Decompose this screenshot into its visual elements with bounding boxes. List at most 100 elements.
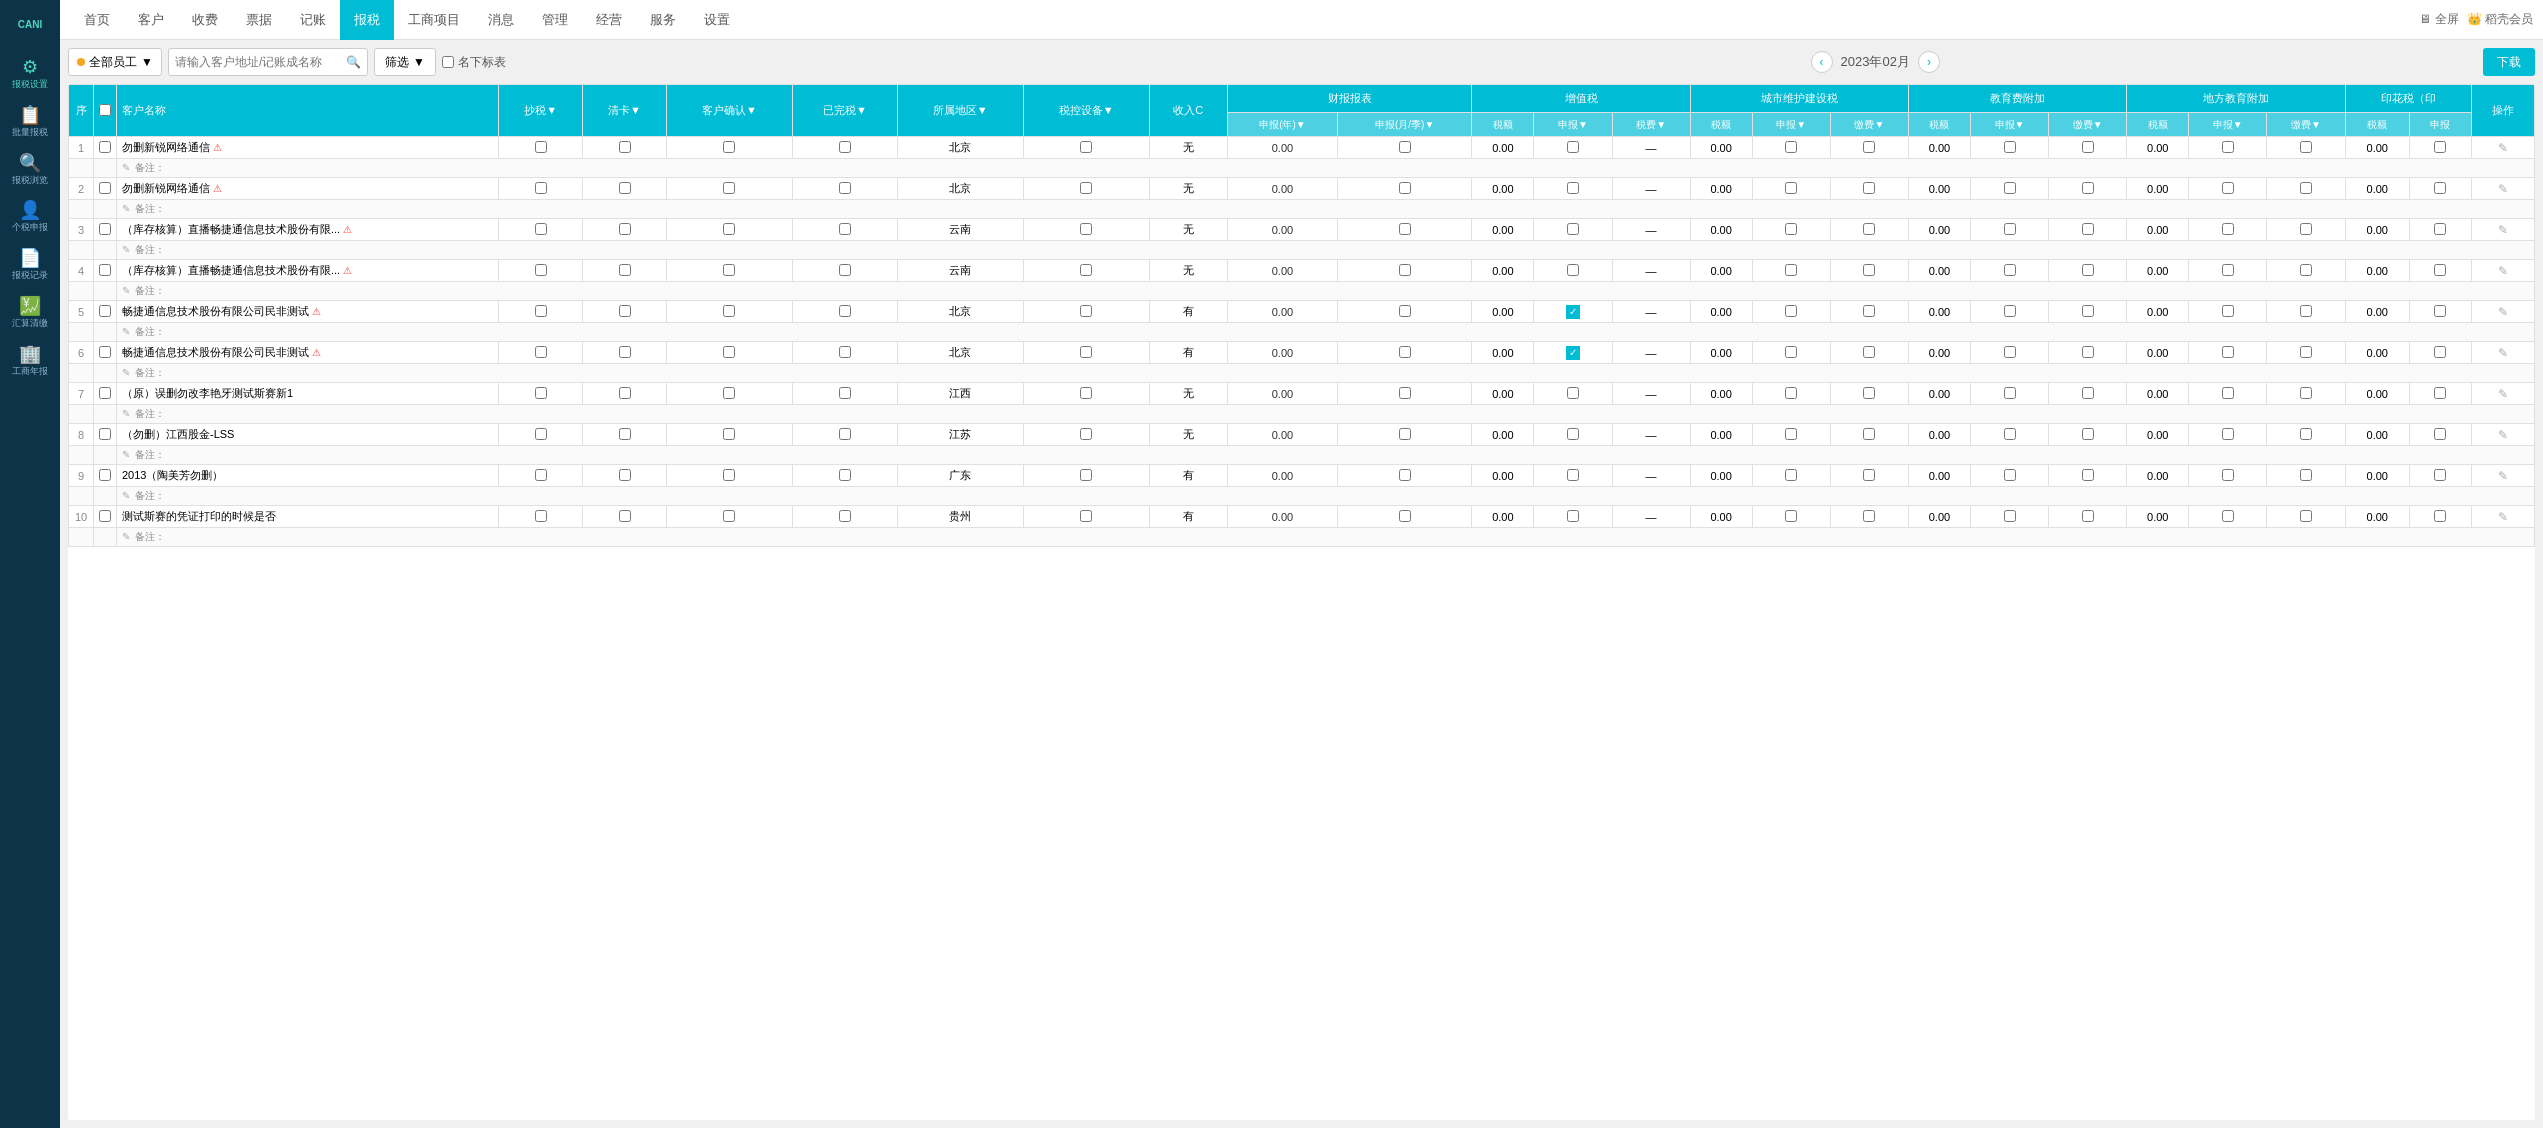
- city-declare-cell[interactable]: [1752, 342, 1830, 364]
- filter-button[interactable]: 筛选 ▼: [374, 48, 436, 76]
- local-declare-cell[interactable]: [2189, 260, 2267, 282]
- declared-cell[interactable]: [792, 465, 897, 487]
- nav-business[interactable]: 工商项目: [394, 0, 474, 40]
- stamp-declare-cell[interactable]: [2410, 383, 2472, 405]
- note-content[interactable]: ✎ 备注：: [117, 528, 2535, 547]
- row-checkbox[interactable]: [94, 137, 117, 159]
- local-declare-cell[interactable]: [2189, 342, 2267, 364]
- local-fee-cell[interactable]: [2267, 506, 2345, 528]
- stamp-declare-cell[interactable]: [2410, 301, 2472, 323]
- city-declare-cell[interactable]: [1752, 465, 1830, 487]
- tax-copy-cell[interactable]: [499, 342, 583, 364]
- city-fee-cell[interactable]: [1830, 506, 1908, 528]
- row-checkbox[interactable]: [94, 424, 117, 446]
- declared-cell[interactable]: [792, 383, 897, 405]
- edu-declare-cell[interactable]: [1970, 424, 2048, 446]
- action-cell[interactable]: ✎: [2471, 178, 2534, 200]
- name-tag-checkbox[interactable]: [442, 56, 454, 68]
- action-cell[interactable]: ✎: [2471, 424, 2534, 446]
- vat-declare-cell[interactable]: [1534, 465, 1612, 487]
- clear-cell[interactable]: [583, 342, 667, 364]
- local-declare-cell[interactable]: [2189, 424, 2267, 446]
- finance-year-cell[interactable]: [1337, 383, 1471, 405]
- edu-fee-cell[interactable]: [2049, 424, 2127, 446]
- confirm-cell[interactable]: [666, 465, 792, 487]
- edit-icon[interactable]: ✎: [2498, 428, 2508, 442]
- edit-icon[interactable]: ✎: [2498, 387, 2508, 401]
- row-checkbox[interactable]: [94, 506, 117, 528]
- sidebar-item-settlement[interactable]: 💹 汇算清缴: [0, 289, 60, 337]
- declared-cell[interactable]: [792, 219, 897, 241]
- note-content[interactable]: ✎ 备注：: [117, 323, 2535, 342]
- row-checkbox[interactable]: [94, 219, 117, 241]
- edu-declare-cell[interactable]: [1970, 137, 2048, 159]
- stamp-declare-cell[interactable]: [2410, 219, 2472, 241]
- vat-declare-cell[interactable]: ✓: [1534, 301, 1612, 323]
- edu-fee-cell[interactable]: [2049, 342, 2127, 364]
- local-fee-cell[interactable]: [2267, 137, 2345, 159]
- tax-device-cell[interactable]: [1023, 219, 1149, 241]
- local-declare-cell[interactable]: [2189, 137, 2267, 159]
- finance-year-cell[interactable]: [1337, 219, 1471, 241]
- vat-declare-cell[interactable]: [1534, 506, 1612, 528]
- search-box[interactable]: 🔍: [168, 48, 368, 76]
- finance-year-cell[interactable]: [1337, 465, 1471, 487]
- edu-declare-cell[interactable]: [1970, 465, 2048, 487]
- edu-fee-cell[interactable]: [2049, 137, 2127, 159]
- declared-cell[interactable]: [792, 301, 897, 323]
- vat-declare-cell[interactable]: [1534, 260, 1612, 282]
- stamp-declare-cell[interactable]: [2410, 424, 2472, 446]
- edit-icon[interactable]: ✎: [2498, 346, 2508, 360]
- note-content[interactable]: ✎ 备注：: [117, 446, 2535, 465]
- edu-declare-cell[interactable]: [1970, 260, 2048, 282]
- finance-year-cell[interactable]: [1337, 178, 1471, 200]
- clear-cell[interactable]: [583, 383, 667, 405]
- note-content[interactable]: ✎ 备注：: [117, 200, 2535, 219]
- city-declare-cell[interactable]: [1752, 383, 1830, 405]
- local-fee-cell[interactable]: [2267, 342, 2345, 364]
- action-cell[interactable]: ✎: [2471, 383, 2534, 405]
- local-declare-cell[interactable]: [2189, 178, 2267, 200]
- note-content[interactable]: ✎ 备注：: [117, 364, 2535, 383]
- edit-icon[interactable]: ✎: [2498, 305, 2508, 319]
- row-checkbox[interactable]: [94, 383, 117, 405]
- local-fee-cell[interactable]: [2267, 424, 2345, 446]
- edu-fee-cell[interactable]: [2049, 178, 2127, 200]
- nav-billing[interactable]: 收费: [178, 0, 232, 40]
- prev-month-button[interactable]: ‹: [1811, 51, 1833, 73]
- edu-declare-cell[interactable]: [1970, 178, 2048, 200]
- finance-year-cell[interactable]: [1337, 506, 1471, 528]
- city-fee-cell[interactable]: [1830, 424, 1908, 446]
- vat-declare-cell[interactable]: [1534, 219, 1612, 241]
- edit-icon[interactable]: ✎: [2498, 141, 2508, 155]
- clear-cell[interactable]: [583, 178, 667, 200]
- stamp-declare-cell[interactable]: [2410, 506, 2472, 528]
- city-declare-cell[interactable]: [1752, 178, 1830, 200]
- nav-management[interactable]: 管理: [528, 0, 582, 40]
- clear-cell[interactable]: [583, 260, 667, 282]
- stamp-declare-cell[interactable]: [2410, 137, 2472, 159]
- edu-fee-cell[interactable]: [2049, 219, 2127, 241]
- city-fee-cell[interactable]: [1830, 178, 1908, 200]
- nav-invoice[interactable]: 票据: [232, 0, 286, 40]
- search-input[interactable]: [175, 55, 342, 69]
- edu-fee-cell[interactable]: [2049, 383, 2127, 405]
- nav-customer[interactable]: 客户: [124, 0, 178, 40]
- edu-declare-cell[interactable]: [1970, 342, 2048, 364]
- action-cell[interactable]: ✎: [2471, 219, 2534, 241]
- employee-filter-select[interactable]: 全部员工 ▼: [68, 48, 162, 76]
- edit-icon[interactable]: ✎: [2498, 223, 2508, 237]
- city-declare-cell[interactable]: [1752, 301, 1830, 323]
- finance-year-cell[interactable]: [1337, 424, 1471, 446]
- city-fee-cell[interactable]: [1830, 219, 1908, 241]
- action-cell[interactable]: ✎: [2471, 506, 2534, 528]
- edu-fee-cell[interactable]: [2049, 506, 2127, 528]
- nav-messages[interactable]: 消息: [474, 0, 528, 40]
- city-fee-cell[interactable]: [1830, 260, 1908, 282]
- confirm-cell[interactable]: [666, 342, 792, 364]
- finance-year-cell[interactable]: [1337, 342, 1471, 364]
- city-declare-cell[interactable]: [1752, 506, 1830, 528]
- sidebar-item-tax-record[interactable]: 📄 报税记录: [0, 241, 60, 289]
- clear-cell[interactable]: [583, 137, 667, 159]
- tax-copy-cell[interactable]: [499, 383, 583, 405]
